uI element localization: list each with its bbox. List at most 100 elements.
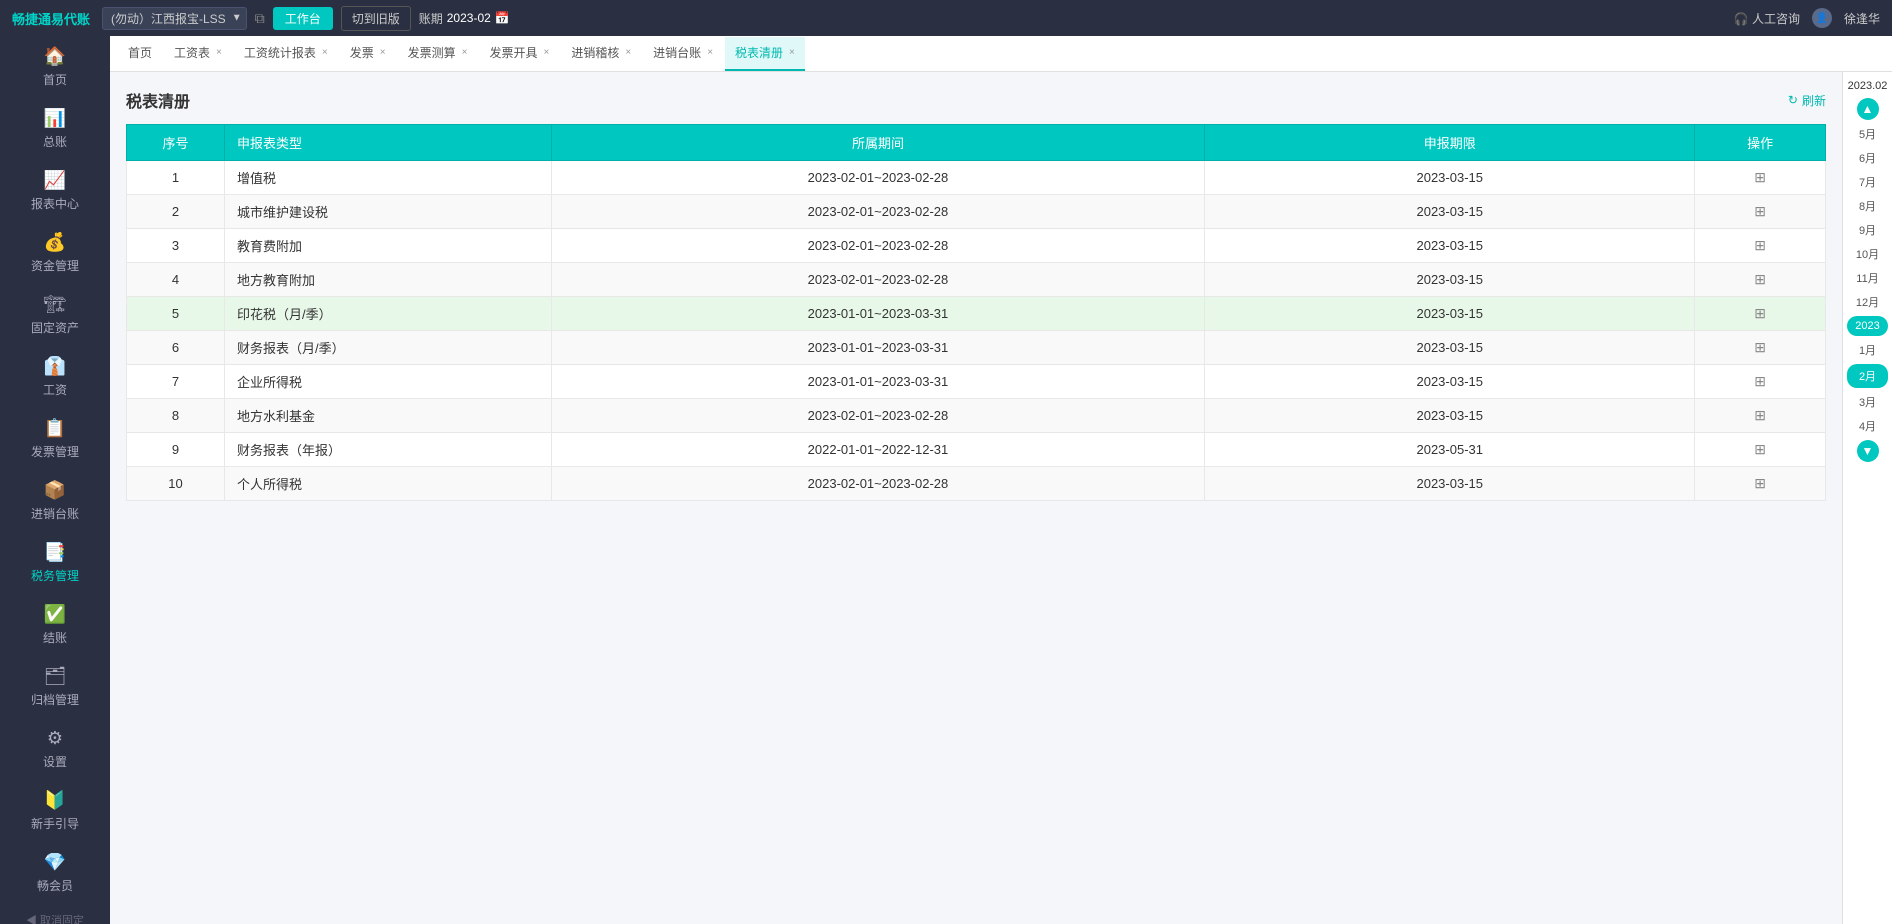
view-action-icon[interactable]: ⊞ — [1754, 339, 1766, 355]
top-bar-right: 🎧 人工咨询 👤 徐逢华 — [1734, 8, 1880, 28]
tab-purchase-ledger[interactable]: 进销台账 × — [643, 37, 723, 71]
checkout-icon: ✅ — [44, 604, 66, 625]
rp-month-10[interactable]: 10月 — [1843, 242, 1892, 266]
purchase-icon: 📦 — [44, 480, 66, 501]
tab-close-icon[interactable]: × — [625, 47, 631, 58]
page-content: 税表清册 ↻ 刷新 序号 申报表类型 所属期间 申报期限 操作 — [110, 72, 1842, 924]
tab-close-icon[interactable]: × — [216, 47, 222, 58]
cell-period: 2022-01-01~2022-12-31 — [551, 433, 1204, 467]
rp-month-6[interactable]: 6月 — [1843, 146, 1892, 170]
user-avatar: 👤 — [1812, 8, 1832, 28]
rp-month-7[interactable]: 7月 — [1843, 170, 1892, 194]
table-row: 7 企业所得税 2023-01-01~2023-03-31 2023-03-15… — [127, 365, 1826, 399]
company-name[interactable]: (勿动）江西报宝-LSS ▼ — [102, 7, 247, 30]
sidebar-item-label: 首页 — [43, 71, 67, 88]
sidebar-item-report[interactable]: 📈 报表中心 — [0, 160, 110, 222]
tab-invoice[interactable]: 发票 × — [340, 37, 396, 71]
sidebar-item-salary[interactable]: 👔 工资 — [0, 346, 110, 408]
sidebar-item-settings[interactable]: ⚙ 设置 — [0, 718, 110, 780]
view-action-icon[interactable]: ⊞ — [1754, 441, 1766, 457]
sidebar-item-guide[interactable]: 🔰 新手引导 — [0, 780, 110, 842]
view-action-icon[interactable]: ⊞ — [1754, 305, 1766, 321]
cell-deadline: 2023-03-15 — [1205, 467, 1695, 501]
copy-icon[interactable]: ⧉ — [255, 10, 265, 27]
sidebar-item-label: 进销台账 — [31, 505, 79, 522]
view-action-icon[interactable]: ⊞ — [1754, 271, 1766, 287]
tab-close-icon[interactable]: × — [322, 47, 328, 58]
tab-tax-register[interactable]: 税表清册 × — [725, 37, 805, 71]
view-action-icon[interactable]: ⊞ — [1754, 373, 1766, 389]
calendar-icon[interactable]: 📅 — [495, 11, 510, 25]
headset-icon: 🎧 — [1734, 12, 1749, 26]
rp-month-1[interactable]: 1月 — [1843, 338, 1892, 362]
cell-action: ⊞ — [1695, 195, 1826, 229]
fund-icon: 💰 — [44, 232, 66, 253]
switch-version-button[interactable]: 切到旧版 — [341, 6, 411, 31]
col-header-deadline: 申报期限 — [1205, 125, 1695, 161]
tab-home[interactable]: 首页 — [118, 37, 162, 71]
cell-action: ⊞ — [1695, 263, 1826, 297]
rp-scroll-up-button[interactable]: ▲ — [1857, 98, 1879, 120]
sidebar-item-label: 设置 — [43, 753, 67, 770]
cell-type: 财务报表（月/季） — [225, 331, 552, 365]
guide-icon: 🔰 — [44, 790, 66, 811]
tab-salary[interactable]: 工资表 × — [164, 37, 232, 71]
table-row: 3 教育费附加 2023-02-01~2023-02-28 2023-03-15… — [127, 229, 1826, 263]
rp-month-12[interactable]: 12月 — [1843, 290, 1892, 314]
invoice-icon: 📋 — [44, 418, 66, 439]
rp-year-2023[interactable]: 2023 — [1847, 316, 1888, 336]
workspace-button[interactable]: 工作台 — [273, 7, 333, 30]
rp-month-3[interactable]: 3月 — [1843, 390, 1892, 414]
tab-close-icon[interactable]: × — [789, 47, 795, 58]
rp-month-4[interactable]: 4月 — [1843, 414, 1892, 438]
rp-month-9[interactable]: 9月 — [1843, 218, 1892, 242]
tab-purchase-check[interactable]: 进销稽核 × — [561, 37, 641, 71]
sidebar-item-checkout[interactable]: ✅ 结账 — [0, 594, 110, 656]
cell-period: 2023-02-01~2023-02-28 — [551, 467, 1204, 501]
tab-invoice-calc[interactable]: 发票测算 × — [398, 37, 478, 71]
rp-scroll-down-button[interactable]: ▼ — [1857, 440, 1879, 462]
view-action-icon[interactable]: ⊞ — [1754, 203, 1766, 219]
view-action-icon[interactable]: ⊞ — [1754, 237, 1766, 253]
tab-salary-report[interactable]: 工资统计报表 × — [234, 37, 338, 71]
tab-close-icon[interactable]: × — [380, 47, 386, 58]
sidebar-item-archive[interactable]: 🗂 归档管理 — [0, 656, 110, 718]
tab-bar: 首页 工资表 × 工资统计报表 × 发票 × 发票测算 × 发票开具 × — [110, 36, 1892, 72]
sidebar-item-vip[interactable]: 💎 畅会员 — [0, 842, 110, 904]
unpin-button[interactable]: ◀ 取消固定 — [0, 904, 110, 924]
view-action-icon[interactable]: ⊞ — [1754, 169, 1766, 185]
app-logo: 畅捷通易代账 — [12, 9, 90, 28]
top-bar: 畅捷通易代账 (勿动）江西报宝-LSS ▼ ⧉ 工作台 切到旧版 账期 2023… — [0, 0, 1892, 36]
sidebar-item-invoice[interactable]: 📋 发票管理 — [0, 408, 110, 470]
sidebar-item-label: 新手引导 — [31, 815, 79, 832]
sidebar-item-home[interactable]: 🏠 首页 — [0, 36, 110, 98]
sidebar-item-tax[interactable]: 📑 税务管理 — [0, 532, 110, 594]
tab-close-icon[interactable]: × — [543, 47, 549, 58]
rp-month-11[interactable]: 11月 — [1843, 266, 1892, 290]
tab-invoice-open[interactable]: 发票开具 × — [479, 37, 559, 71]
sidebar-item-ledger[interactable]: 📊 总账 — [0, 98, 110, 160]
refresh-button[interactable]: ↻ 刷新 — [1788, 92, 1826, 109]
cell-action: ⊞ — [1695, 297, 1826, 331]
rp-month-5[interactable]: 5月 — [1843, 122, 1892, 146]
tax-icon: 📑 — [44, 542, 66, 563]
cell-type: 印花税（月/季） — [225, 297, 552, 331]
sidebar-item-label: 报表中心 — [31, 195, 79, 212]
sidebar-item-purchase[interactable]: 📦 进销台账 — [0, 470, 110, 532]
tab-close-icon[interactable]: × — [707, 47, 713, 58]
sidebar-item-fund[interactable]: 💰 资金管理 — [0, 222, 110, 284]
cell-seq: 1 — [127, 161, 225, 195]
rp-month-8[interactable]: 8月 — [1843, 194, 1892, 218]
rp-month-2[interactable]: 2月 — [1847, 364, 1888, 388]
cell-type: 地方水利基金 — [225, 399, 552, 433]
cell-type: 财务报表（年报） — [225, 433, 552, 467]
sidebar-item-fixed[interactable]: 🏗 固定资产 — [0, 284, 110, 346]
sidebar-item-label: 发票管理 — [31, 443, 79, 460]
ai-consult-link[interactable]: 🎧 人工咨询 — [1734, 10, 1800, 27]
view-action-icon[interactable]: ⊞ — [1754, 475, 1766, 491]
cell-type: 地方教育附加 — [225, 263, 552, 297]
view-action-icon[interactable]: ⊞ — [1754, 407, 1766, 423]
tab-close-icon[interactable]: × — [462, 47, 468, 58]
tab-label: 发票开具 — [489, 44, 537, 61]
user-name[interactable]: 徐逢华 — [1844, 10, 1880, 27]
